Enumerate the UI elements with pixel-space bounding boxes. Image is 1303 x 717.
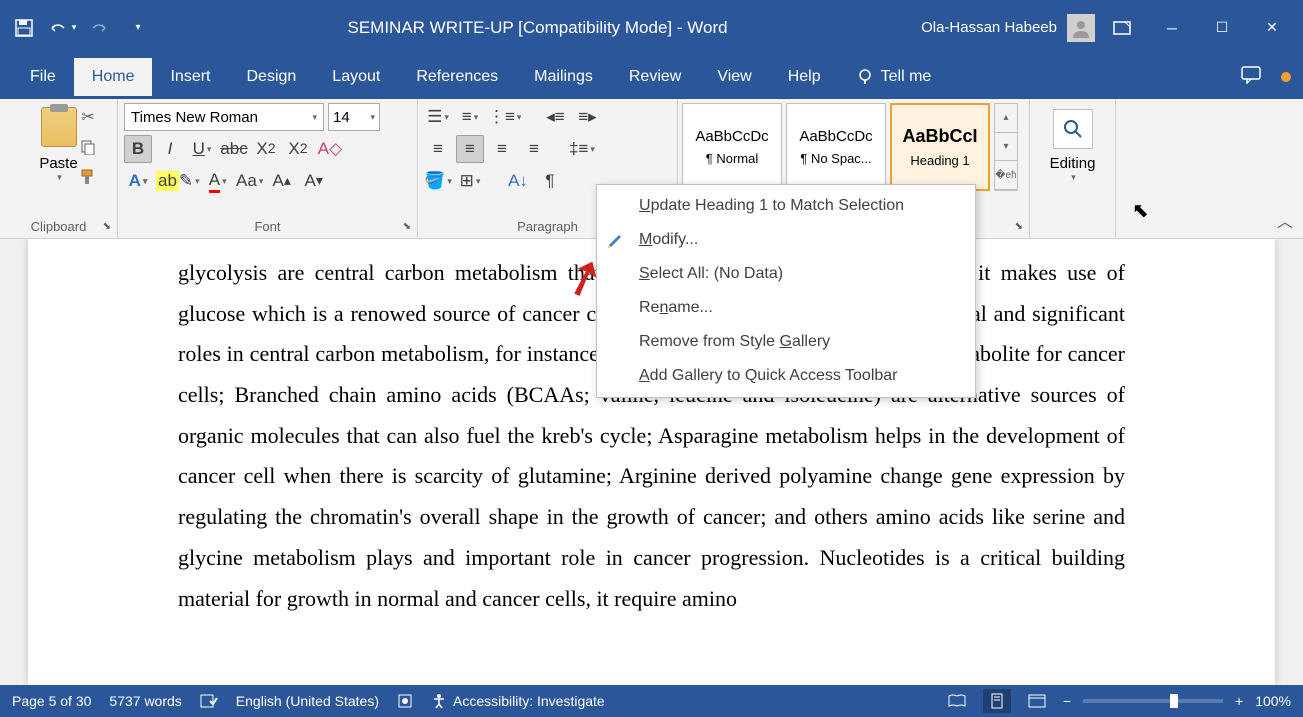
tab-mailings[interactable]: Mailings bbox=[516, 58, 611, 96]
clear-format-icon[interactable]: A◇ bbox=[316, 135, 344, 163]
styles-scroll: ▴ ▾ �ећ bbox=[994, 103, 1018, 191]
title-bar: ▾ ▾ SEMINAR WRITE-UP [Compatibility Mode… bbox=[0, 0, 1303, 55]
show-marks-icon[interactable]: ¶ bbox=[536, 167, 564, 195]
align-right-icon[interactable]: ≡ bbox=[488, 135, 516, 163]
superscript-button[interactable]: X2 bbox=[284, 135, 312, 163]
shading-button[interactable]: 🪣▾ bbox=[424, 167, 452, 195]
maximize-icon[interactable]: ☐ bbox=[1199, 8, 1245, 48]
font-name-select[interactable]: Times New Roman▾ bbox=[124, 103, 324, 131]
redo-icon[interactable] bbox=[84, 12, 116, 44]
comments-icon[interactable] bbox=[1241, 66, 1261, 89]
save-icon[interactable] bbox=[8, 12, 40, 44]
view-print-icon[interactable] bbox=[983, 689, 1011, 713]
grow-font-icon[interactable]: A▴ bbox=[268, 167, 296, 195]
undo-icon[interactable]: ▾ bbox=[46, 12, 78, 44]
strikethrough-button[interactable]: abc bbox=[220, 135, 248, 163]
tab-help[interactable]: Help bbox=[770, 58, 839, 96]
clipboard-group: Paste ▾ ✂ Clipboard ⬊ bbox=[0, 99, 118, 238]
modify-icon bbox=[607, 231, 627, 251]
tab-layout[interactable]: Layout bbox=[314, 58, 398, 96]
status-page[interactable]: Page 5 of 30 bbox=[12, 693, 91, 709]
ctx-remove[interactable]: Remove from Style Gallery bbox=[597, 325, 975, 359]
status-macro-icon[interactable] bbox=[397, 693, 413, 709]
tab-references[interactable]: References bbox=[398, 58, 516, 96]
line-spacing-button[interactable]: ‡≡▾ bbox=[568, 135, 596, 163]
clipboard-launcher-icon[interactable]: ⬊ bbox=[103, 221, 111, 232]
minimize-icon[interactable]: ─ bbox=[1149, 8, 1195, 48]
font-color-button[interactable]: A▾ bbox=[204, 167, 232, 195]
style-no-spacing[interactable]: AaBbCcDc ¶ No Spac... bbox=[786, 103, 886, 191]
decrease-indent-icon[interactable]: ◂≡ bbox=[541, 103, 569, 131]
editing-label[interactable]: Editing bbox=[1050, 155, 1096, 172]
tellme[interactable]: Tell me bbox=[839, 58, 950, 96]
sort-icon[interactable]: A↓ bbox=[504, 167, 532, 195]
styles-up-icon[interactable]: ▴ bbox=[995, 104, 1017, 133]
tab-insert[interactable]: Insert bbox=[152, 58, 228, 96]
bullets-button[interactable]: ☰▾ bbox=[424, 103, 452, 131]
ctx-selectall[interactable]: Select All: (No Data) bbox=[597, 257, 975, 291]
italic-button[interactable]: I bbox=[156, 135, 184, 163]
ctx-update[interactable]: Update Heading 1 to Match Selection bbox=[597, 189, 975, 223]
bold-button[interactable]: B bbox=[124, 135, 152, 163]
styles-more-icon[interactable]: �ећ bbox=[995, 161, 1017, 190]
close-icon[interactable]: ✕ bbox=[1249, 8, 1295, 48]
style-context-menu: Update Heading 1 to Match Selection Modi… bbox=[596, 184, 976, 398]
font-launcher-icon[interactable]: ⬊ bbox=[403, 221, 411, 232]
tab-view[interactable]: View bbox=[699, 58, 769, 96]
status-accessibility[interactable]: Accessibility: Investigate bbox=[431, 693, 605, 709]
avatar[interactable] bbox=[1067, 14, 1095, 42]
tab-file[interactable]: File bbox=[12, 58, 74, 96]
zoom-slider[interactable] bbox=[1083, 699, 1223, 703]
qat-dropdown-icon[interactable]: ▾ bbox=[122, 12, 154, 44]
change-case-button[interactable]: Aa▾ bbox=[236, 167, 264, 195]
clipboard-label: Clipboard bbox=[0, 219, 117, 234]
zoom-in-icon[interactable]: + bbox=[1235, 693, 1243, 709]
justify-icon[interactable]: ≡ bbox=[520, 135, 548, 163]
cut-icon[interactable]: ✂ bbox=[76, 105, 100, 129]
styles-down-icon[interactable]: ▾ bbox=[995, 133, 1017, 162]
editing-group: Editing ▾ bbox=[1030, 99, 1116, 238]
tab-home[interactable]: Home bbox=[74, 58, 153, 96]
ctx-modify[interactable]: Modify... bbox=[597, 223, 975, 257]
status-bar: Page 5 of 30 5737 words English (United … bbox=[0, 685, 1303, 717]
copy-icon[interactable] bbox=[76, 135, 100, 159]
view-read-icon[interactable] bbox=[943, 689, 971, 713]
subscript-button[interactable]: X2 bbox=[252, 135, 280, 163]
user-name[interactable]: Ola-Hassan Habeeb bbox=[921, 19, 1057, 36]
paste-icon bbox=[41, 107, 77, 147]
ribbon-display-icon[interactable] bbox=[1099, 8, 1145, 48]
zoom-level[interactable]: 100% bbox=[1255, 693, 1291, 709]
text-effects-button[interactable]: A▾ bbox=[124, 167, 152, 195]
highlight-button[interactable]: ab✎▾ bbox=[156, 167, 200, 195]
font-size-select[interactable]: 14▾ bbox=[328, 103, 380, 131]
collapse-ribbon-icon[interactable]: ︿ bbox=[1277, 208, 1293, 232]
align-left-icon[interactable]: ≡ bbox=[424, 135, 452, 163]
font-label: Font bbox=[118, 219, 417, 234]
status-spell-icon[interactable] bbox=[200, 693, 218, 709]
shrink-font-icon[interactable]: A▾ bbox=[300, 167, 328, 195]
ctx-addgallery[interactable]: Add Gallery to Quick Access Toolbar bbox=[597, 359, 975, 393]
status-lang[interactable]: English (United States) bbox=[236, 693, 379, 709]
multilevel-button[interactable]: ⋮≡▾ bbox=[488, 103, 521, 131]
document-title: SEMINAR WRITE-UP [Compatibility Mode] - … bbox=[154, 18, 921, 38]
styles-launcher-icon[interactable]: ⬊ bbox=[1015, 221, 1023, 232]
status-words[interactable]: 5737 words bbox=[109, 693, 181, 709]
align-center-icon[interactable]: ≡ bbox=[456, 135, 484, 163]
style-heading1[interactable]: AaBbCcI Heading 1 bbox=[890, 103, 990, 191]
style-normal[interactable]: AaBbCcDc ¶ Normal bbox=[682, 103, 782, 191]
ctx-rename[interactable]: Rename... bbox=[597, 291, 975, 325]
view-web-icon[interactable] bbox=[1023, 689, 1051, 713]
find-icon[interactable] bbox=[1053, 109, 1093, 149]
format-painter-icon[interactable] bbox=[76, 165, 100, 189]
tab-review[interactable]: Review bbox=[611, 58, 699, 96]
pending-dot-icon[interactable] bbox=[1281, 72, 1291, 82]
underline-button[interactable]: U▾ bbox=[188, 135, 216, 163]
numbering-button[interactable]: ≡▾ bbox=[456, 103, 484, 131]
zoom-out-icon[interactable]: − bbox=[1063, 693, 1071, 709]
increase-indent-icon[interactable]: ≡▸ bbox=[573, 103, 601, 131]
font-group: Times New Roman▾ 14▾ B I U▾ abc X2 X2 A◇… bbox=[118, 99, 418, 238]
tab-design[interactable]: Design bbox=[228, 58, 314, 96]
borders-button[interactable]: ⊞▾ bbox=[456, 167, 484, 195]
menu-bar: File Home Insert Design Layout Reference… bbox=[0, 55, 1303, 99]
